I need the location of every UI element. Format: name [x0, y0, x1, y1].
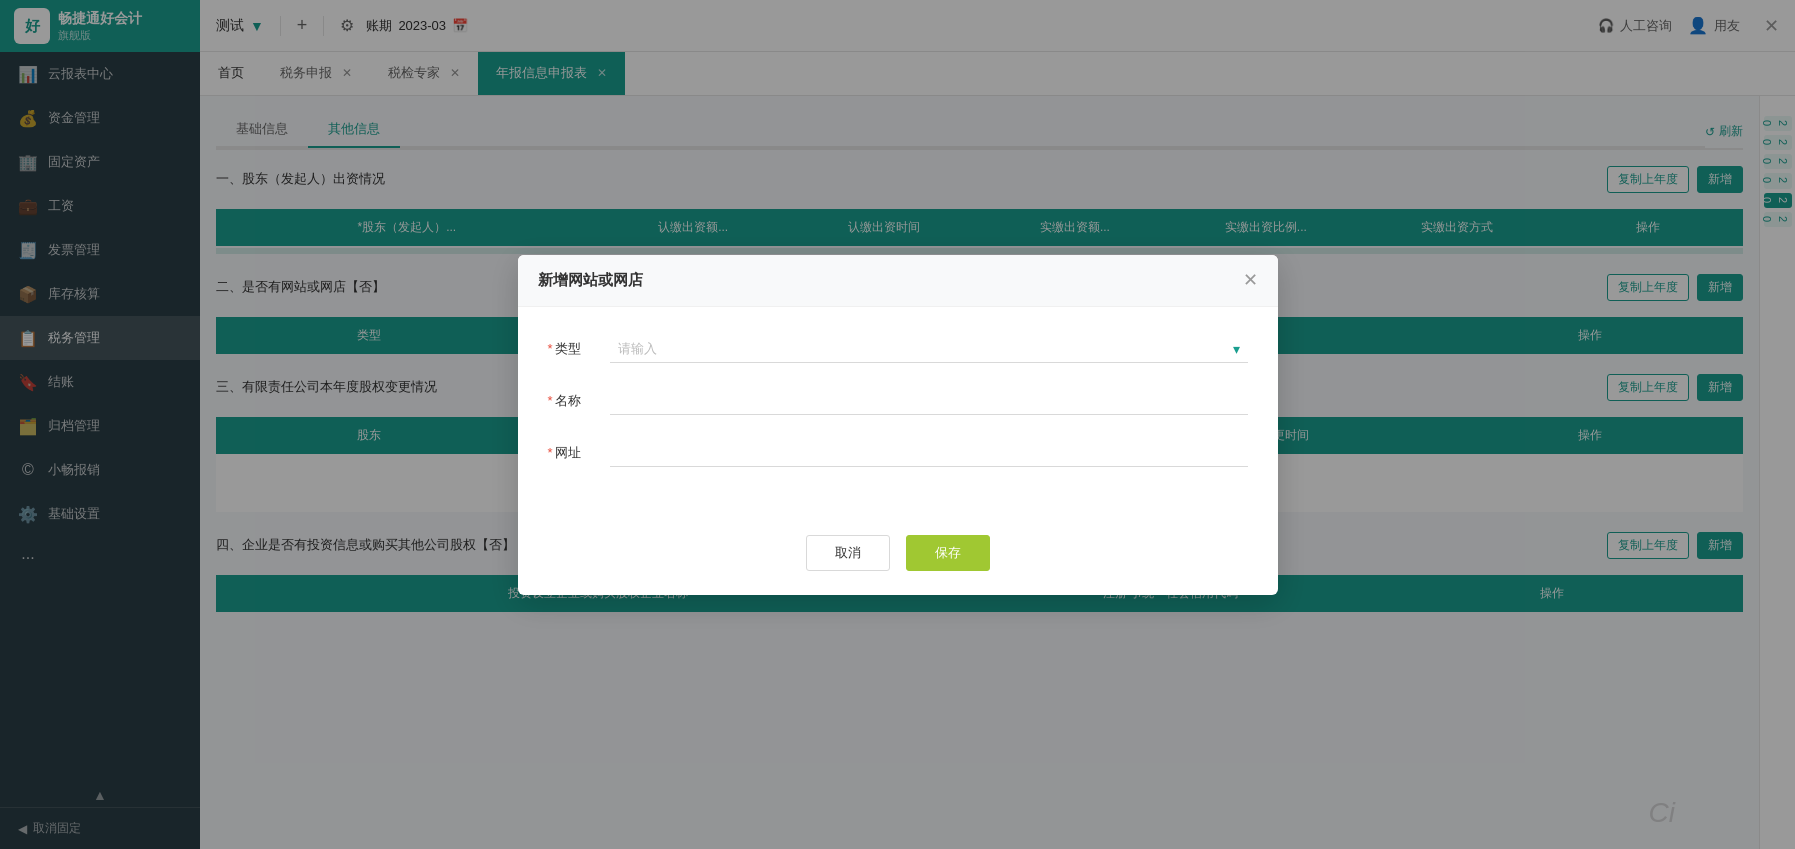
label-name-text: 名称 [555, 392, 581, 410]
form-label-type: * 类型 [548, 340, 598, 358]
form-field-type: * 类型 ▾ [548, 335, 1248, 363]
form-label-url: * 网址 [548, 444, 598, 462]
modal-overlay: 新增网站或网店 ✕ * 类型 ▾ * 名称 [0, 0, 1795, 849]
url-input[interactable] [610, 439, 1248, 467]
type-input[interactable] [610, 335, 1248, 363]
form-field-name: * 名称 [548, 387, 1248, 415]
required-asterisk-url: * [548, 445, 553, 460]
dialog-body: * 类型 ▾ * 名称 * [518, 307, 1278, 519]
form-field-url: * 网址 [548, 439, 1248, 467]
add-website-dialog: 新增网站或网店 ✕ * 类型 ▾ * 名称 [518, 255, 1278, 595]
dialog-header: 新增网站或网店 ✕ [518, 255, 1278, 307]
label-url-text: 网址 [555, 444, 581, 462]
form-input-type-wrap: ▾ [610, 335, 1248, 363]
cancel-button[interactable]: 取消 [806, 535, 890, 571]
form-input-name-wrap [610, 387, 1248, 415]
dialog-footer: 取消 保存 [518, 519, 1278, 595]
form-input-url-wrap [610, 439, 1248, 467]
dialog-title: 新增网站或网店 [538, 271, 643, 290]
save-button[interactable]: 保存 [906, 535, 990, 571]
required-asterisk-name: * [548, 393, 553, 408]
name-input[interactable] [610, 387, 1248, 415]
dialog-close-button[interactable]: ✕ [1243, 271, 1258, 289]
required-asterisk-type: * [548, 341, 553, 356]
label-type-text: 类型 [555, 340, 581, 358]
form-label-name: * 名称 [548, 392, 598, 410]
